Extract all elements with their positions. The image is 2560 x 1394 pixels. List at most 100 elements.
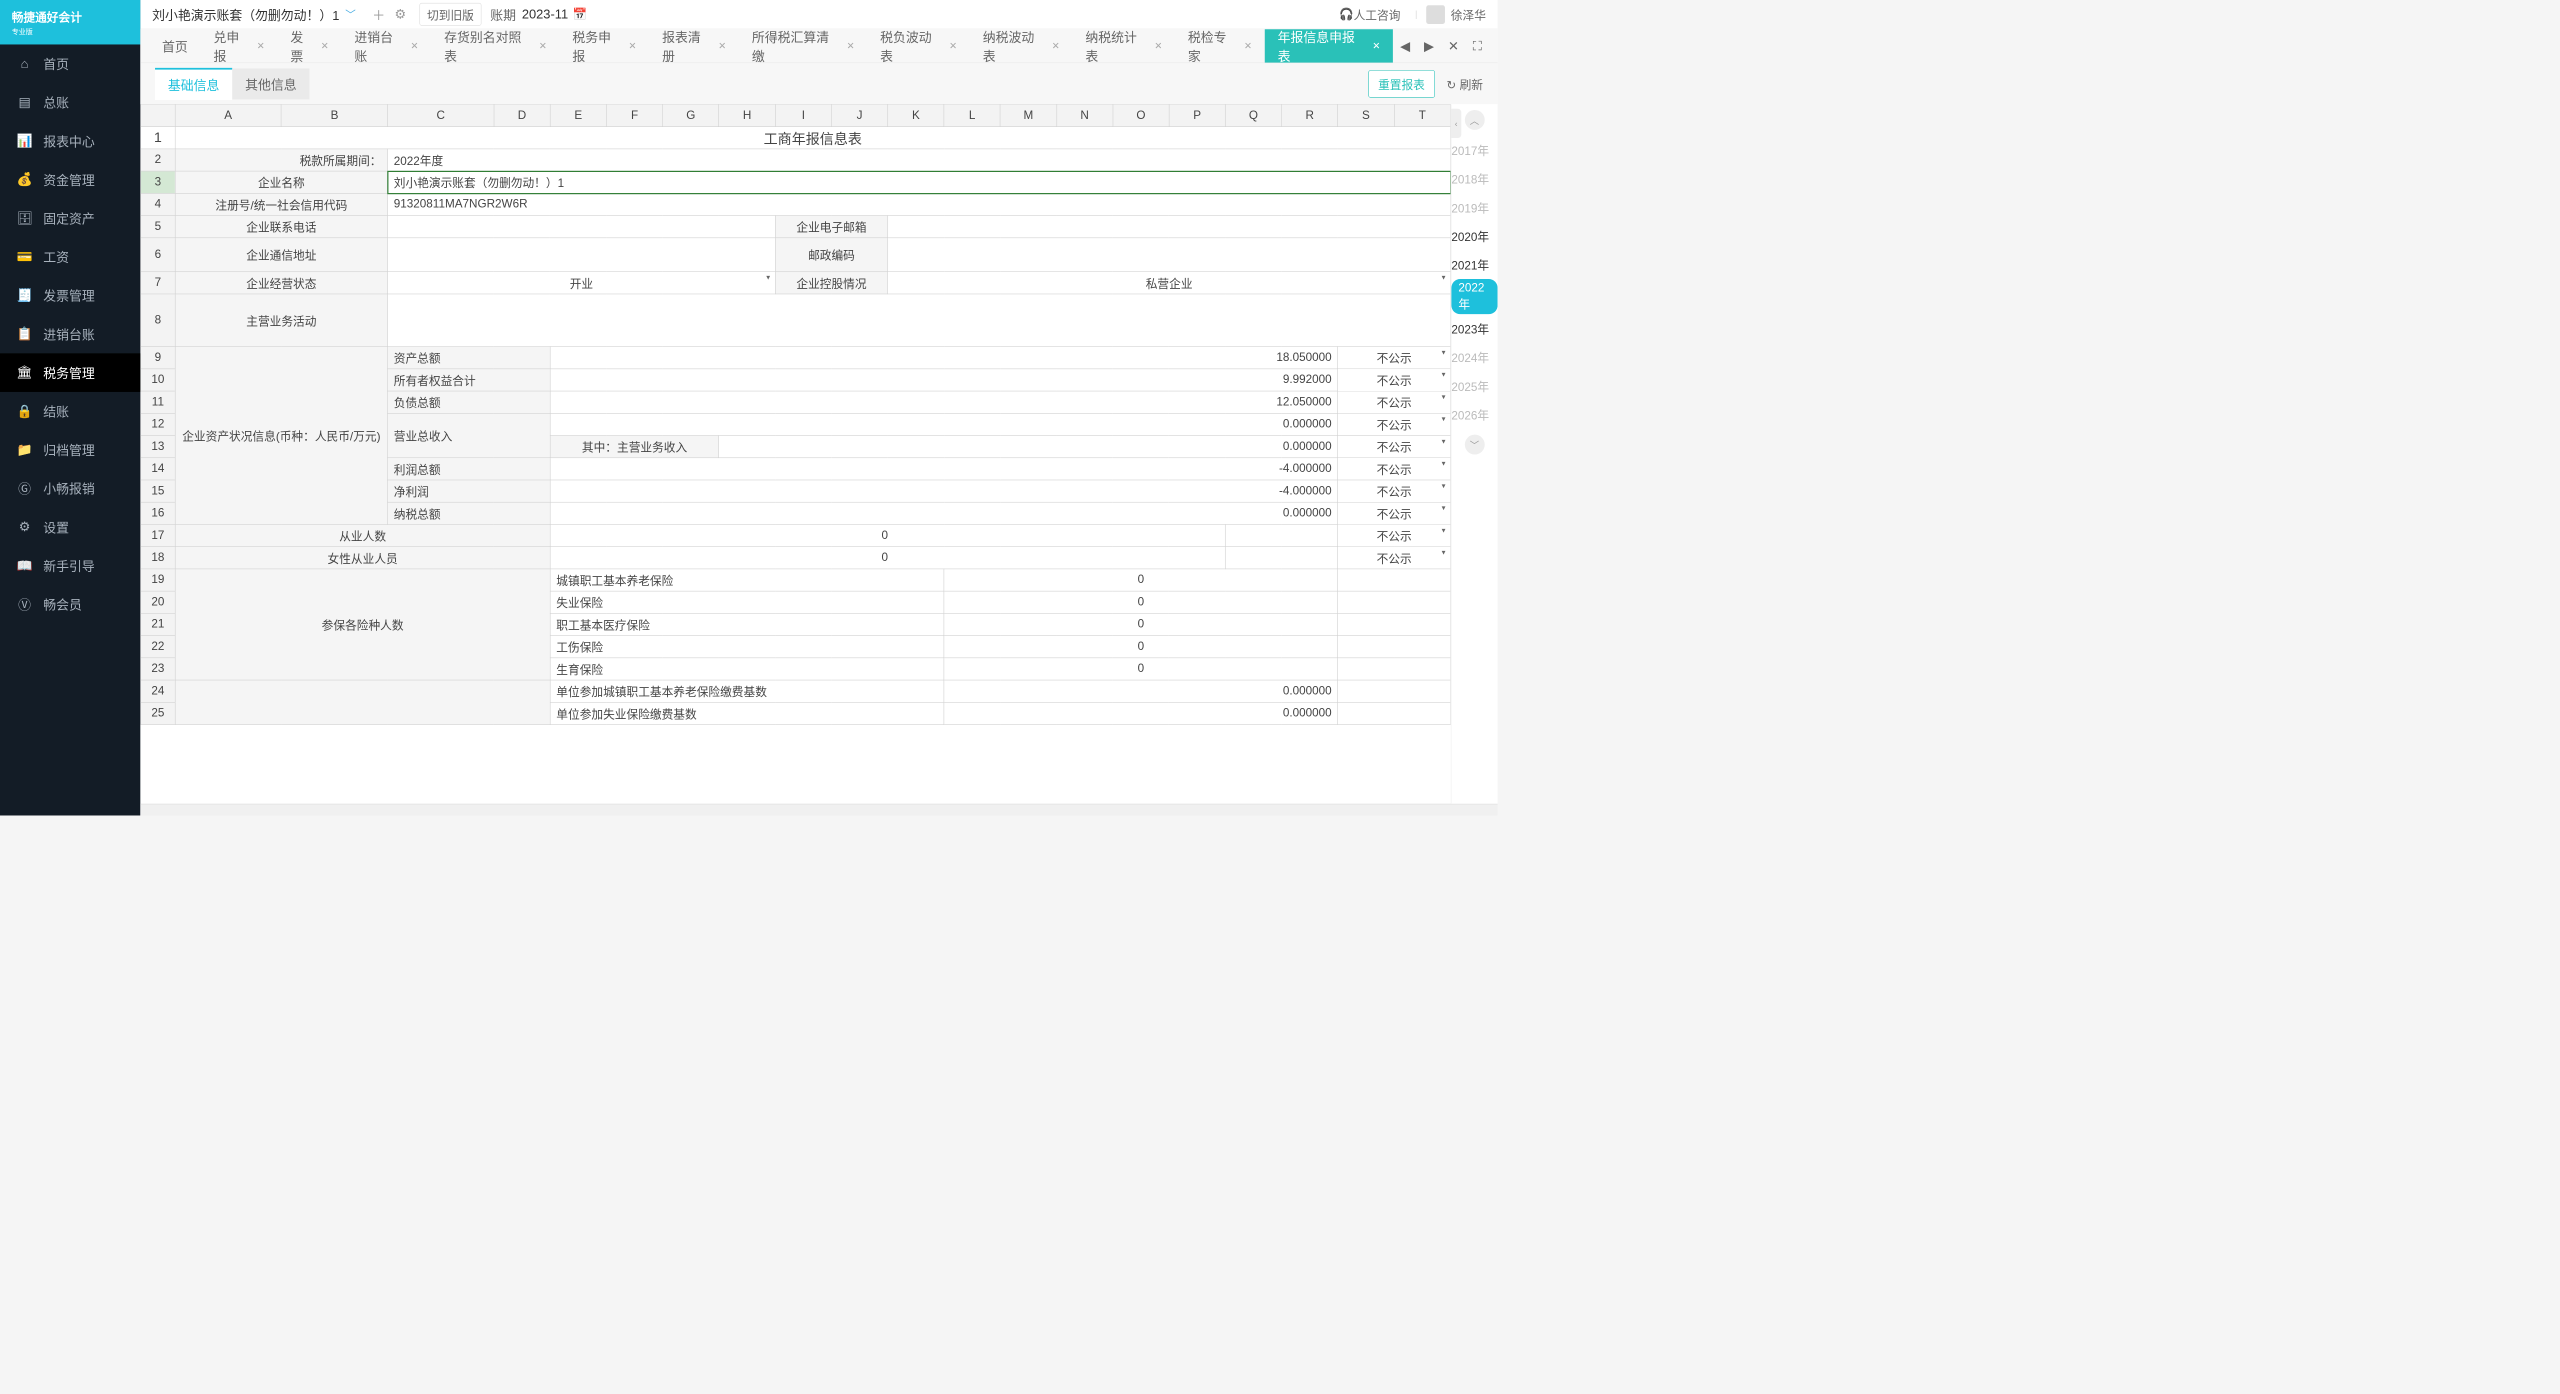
- settings-icon[interactable]: ⚙: [394, 7, 406, 22]
- tab-close-all-icon[interactable]: ✕: [1441, 38, 1466, 53]
- holding-dropdown[interactable]: 私营企业: [888, 272, 1451, 294]
- tab-close-icon[interactable]: ✕: [1052, 40, 1060, 52]
- year-2020年[interactable]: 2020年: [1451, 222, 1497, 251]
- period-value[interactable]: 2023-11: [522, 7, 568, 22]
- col-header-A[interactable]: A: [175, 104, 281, 126]
- tab-7[interactable]: 所得税汇算清缴✕: [739, 29, 867, 62]
- col-header-O[interactable]: O: [1113, 104, 1169, 126]
- tab-close-icon[interactable]: ✕: [1372, 40, 1380, 52]
- col-header-C[interactable]: C: [388, 104, 494, 126]
- sidebar-item-psi[interactable]: 📋进销台账: [0, 315, 140, 354]
- tab-close-icon[interactable]: ✕: [1244, 40, 1252, 52]
- sidebar-item-home[interactable]: ⌂首页: [0, 44, 140, 83]
- tab-6[interactable]: 报表清册✕: [649, 29, 739, 62]
- company-name-cell[interactable]: 刘小艳演示账套（勿删勿动！）1: [388, 171, 1451, 193]
- sidebar-item-fund[interactable]: 💰资金管理: [0, 160, 140, 199]
- archive-icon: 📁: [16, 442, 32, 457]
- tab-close-icon[interactable]: ✕: [949, 40, 957, 52]
- col-header-R[interactable]: R: [1282, 104, 1338, 126]
- refresh-button[interactable]: ↻ 刷新: [1447, 75, 1483, 92]
- sidebar-item-asset[interactable]: 🗄固定资产: [0, 199, 140, 238]
- col-header-M[interactable]: M: [1000, 104, 1056, 126]
- horizontal-scrollbar[interactable]: [140, 804, 1497, 816]
- support-link[interactable]: 🎧 人工咨询: [1339, 6, 1400, 23]
- publish-dropdown[interactable]: 不公示: [1338, 347, 1451, 369]
- tab-10[interactable]: 纳税统计表✕: [1072, 29, 1175, 62]
- tab-close-icon[interactable]: ✕: [1154, 40, 1162, 52]
- col-header-S[interactable]: S: [1338, 104, 1394, 126]
- home-icon: ⌂: [16, 56, 32, 71]
- col-header-E[interactable]: E: [550, 104, 606, 126]
- year-up-icon[interactable]: ︿: [1465, 110, 1485, 130]
- year-2022年[interactable]: 2022年: [1451, 279, 1497, 314]
- tab-2[interactable]: 发票✕: [278, 29, 342, 62]
- year-2026年[interactable]: 2026年: [1451, 400, 1497, 429]
- sidebar-item-tax[interactable]: 🏛税务管理: [0, 353, 140, 392]
- col-header-N[interactable]: N: [1057, 104, 1113, 126]
- subtab-basic[interactable]: 基础信息: [155, 68, 232, 100]
- year-2017年[interactable]: 2017年: [1451, 136, 1497, 165]
- tab-4[interactable]: 存货别名对照表✕: [431, 29, 559, 62]
- tab-9[interactable]: 纳税波动表✕: [970, 29, 1073, 62]
- year-down-icon[interactable]: ﹀: [1465, 435, 1485, 455]
- col-header-Q[interactable]: Q: [1225, 104, 1281, 126]
- tab-next-icon[interactable]: ▶: [1417, 38, 1441, 53]
- sidebar-item-salary[interactable]: 💳工资: [0, 238, 140, 277]
- tab-8[interactable]: 税负波动表✕: [867, 29, 970, 62]
- sidebar-item-archive[interactable]: 📁归档管理: [0, 431, 140, 470]
- col-header-H[interactable]: H: [719, 104, 775, 126]
- spreadsheet[interactable]: ABCDEFGHIJKLMNOPQRST1工商年报信息表2税款所属期间：2022…: [140, 104, 1450, 804]
- col-header-D[interactable]: D: [494, 104, 550, 126]
- year-2024年[interactable]: 2024年: [1451, 343, 1497, 372]
- tab-close-icon[interactable]: ✕: [257, 40, 265, 52]
- tab-0[interactable]: 首页: [149, 29, 200, 62]
- year-2018年[interactable]: 2018年: [1451, 164, 1497, 193]
- tab-11[interactable]: 税检专家✕: [1175, 29, 1265, 62]
- year-2021年[interactable]: 2021年: [1451, 250, 1497, 279]
- user-avatar[interactable]: [1426, 5, 1445, 24]
- tab-close-icon[interactable]: ✕: [411, 40, 419, 52]
- calendar-icon[interactable]: 📅: [573, 7, 588, 22]
- col-header-F[interactable]: F: [606, 104, 662, 126]
- sidebar-item-report-tax[interactable]: Ⓖ小畅报销: [0, 469, 140, 508]
- username[interactable]: 徐泽华: [1451, 6, 1486, 23]
- tab-12[interactable]: 年报信息申报表✕: [1265, 29, 1393, 62]
- reset-report-button[interactable]: 重置报表: [1368, 70, 1435, 97]
- year-2025年[interactable]: 2025年: [1451, 371, 1497, 400]
- sidebar-item-report[interactable]: 📊报表中心: [0, 122, 140, 161]
- old-version-button[interactable]: 切到旧版: [419, 3, 481, 26]
- tab-close-icon[interactable]: ✕: [539, 40, 547, 52]
- account-dropdown-icon[interactable]: ﹀: [345, 7, 356, 22]
- col-header-G[interactable]: G: [663, 104, 719, 126]
- tab-3[interactable]: 进销台账 ✕: [342, 29, 432, 62]
- status-dropdown[interactable]: 开业: [388, 272, 776, 294]
- tab-close-icon[interactable]: ✕: [629, 40, 637, 52]
- collapse-year-panel-icon[interactable]: ‹: [1451, 109, 1462, 138]
- col-header-K[interactable]: K: [888, 104, 944, 126]
- col-header-J[interactable]: J: [831, 104, 887, 126]
- support-label: 人工咨询: [1354, 6, 1401, 23]
- col-header-L[interactable]: L: [944, 104, 1000, 126]
- sidebar-item-settings[interactable]: ⚙设置: [0, 508, 140, 547]
- col-header-P[interactable]: P: [1169, 104, 1225, 126]
- subtab-other[interactable]: 其他信息: [232, 68, 309, 99]
- year-2023年[interactable]: 2023年: [1451, 314, 1497, 343]
- col-header-B[interactable]: B: [281, 104, 387, 126]
- sidebar-item-guide[interactable]: 📖新手引导: [0, 546, 140, 585]
- sidebar-item-invoice[interactable]: 🧾发票管理: [0, 276, 140, 315]
- tab-close-icon[interactable]: ✕: [718, 40, 726, 52]
- tab-close-icon[interactable]: ✕: [847, 40, 855, 52]
- sidebar-item-close-period[interactable]: 🔒结账: [0, 392, 140, 431]
- sidebar-item-member[interactable]: Ⓥ畅会员: [0, 585, 140, 624]
- tab-prev-icon[interactable]: ◀: [1393, 38, 1417, 53]
- tab-5[interactable]: 税务申报✕: [560, 29, 650, 62]
- tab-close-icon[interactable]: ✕: [321, 40, 329, 52]
- add-icon[interactable]: ＋: [372, 5, 385, 24]
- col-header-T[interactable]: T: [1394, 104, 1450, 126]
- fullscreen-icon[interactable]: ⛶: [1466, 38, 1489, 53]
- tab-label: 进销台账: [354, 27, 405, 64]
- col-header-I[interactable]: I: [775, 104, 831, 126]
- sidebar-item-ledger[interactable]: ▤总账: [0, 83, 140, 122]
- year-2019年[interactable]: 2019年: [1451, 193, 1497, 222]
- tab-1[interactable]: 兑申报✕: [201, 29, 278, 62]
